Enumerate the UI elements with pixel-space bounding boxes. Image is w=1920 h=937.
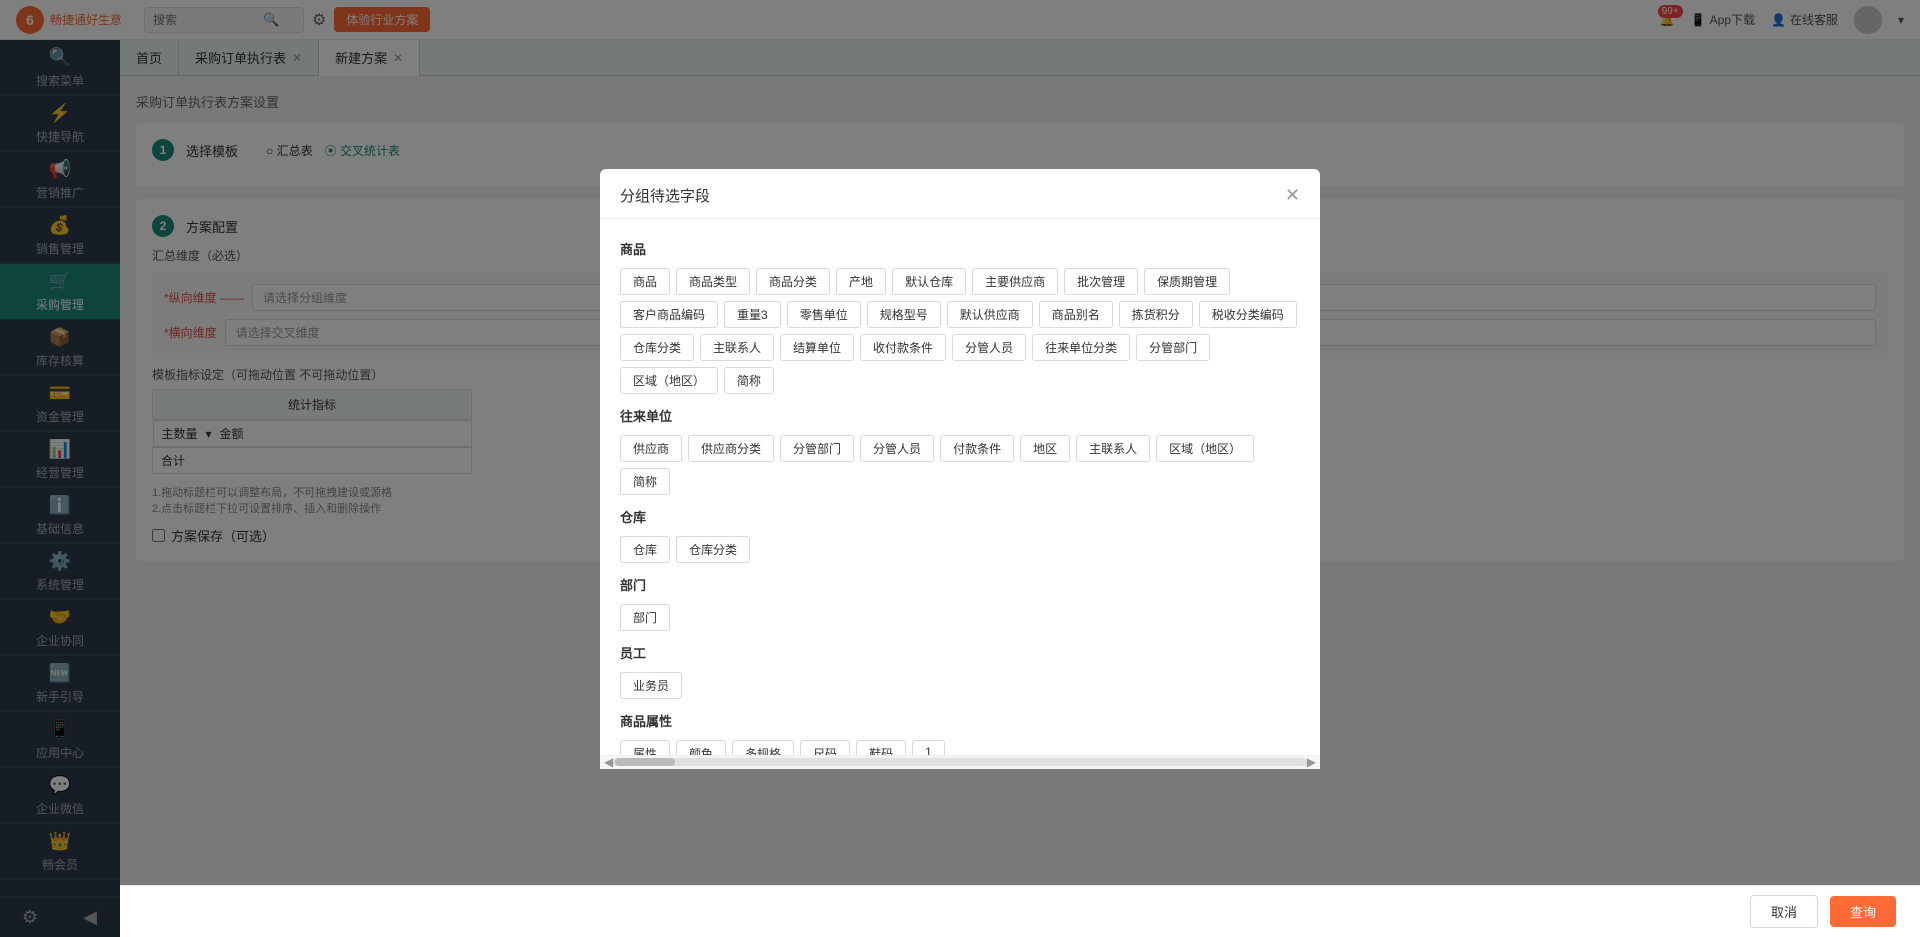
tag-payment-terms[interactable]: 付款条件 — [940, 435, 1014, 462]
tag-num1[interactable]: 1 — [912, 740, 945, 755]
tag-customer-code[interactable]: 客户商品编码 — [620, 301, 718, 328]
tag-abbr[interactable]: 简称 — [724, 367, 774, 394]
tag-manager[interactable]: 分管人员 — [952, 334, 1026, 361]
tag-settlement-unit[interactable]: 结算单位 — [780, 334, 854, 361]
tag-goods-type[interactable]: 商品类型 — [676, 268, 750, 295]
section-title-dept: 部门 — [620, 575, 1300, 594]
tag-main-contact[interactable]: 主联系人 — [700, 334, 774, 361]
tag-region[interactable]: 区域（地区） — [620, 367, 718, 394]
goods-tags: 商品 商品类型 商品分类 产地 默认仓库 主要供应商 批次管理 保质期管理 客户… — [620, 268, 1300, 394]
tag-batch-mgmt[interactable]: 批次管理 — [1064, 268, 1138, 295]
tag-payment-condition[interactable]: 收付款条件 — [860, 334, 946, 361]
tag-tax-code[interactable]: 税收分类编码 — [1199, 301, 1297, 328]
tag-partner-abbr[interactable]: 简称 — [620, 468, 670, 495]
tag-warehouse[interactable]: 仓库 — [620, 536, 670, 563]
warehouse-tags: 仓库 仓库分类 — [620, 536, 1300, 563]
goods-attr-tags: 属性 颜色 多规格 尺码 鞋码 1 — [620, 740, 1300, 755]
tag-goods-alias[interactable]: 商品别名 — [1039, 301, 1113, 328]
tag-quality-mgmt[interactable]: 保质期管理 — [1144, 268, 1230, 295]
section-title-goods: 商品 — [620, 239, 1300, 258]
tag-department[interactable]: 部门 — [620, 604, 670, 631]
tag-retail-unit[interactable]: 零售单位 — [787, 301, 861, 328]
h-scrollbar-thumb — [615, 758, 675, 766]
modal-close-icon[interactable]: ✕ — [1285, 185, 1300, 206]
tag-partner-category[interactable]: 往来单位分类 — [1032, 334, 1130, 361]
modal-title: 分组待选字段 — [620, 185, 710, 206]
tag-color[interactable]: 颜色 — [676, 740, 726, 755]
employee-tags: 业务员 — [620, 672, 1300, 699]
tag-partner-contact[interactable]: 主联系人 — [1076, 435, 1150, 462]
cancel-button[interactable]: 取消 — [1750, 895, 1818, 928]
section-title-warehouse: 仓库 — [620, 507, 1300, 526]
modal-header: 分组待选字段 ✕ — [600, 169, 1320, 219]
modal-h-scrollbar-area: ◀ ▶ — [600, 755, 1320, 769]
tag-partner-region[interactable]: 区域（地区） — [1156, 435, 1254, 462]
tag-goods-category[interactable]: 商品分类 — [756, 268, 830, 295]
modal-overlay: 分组待选字段 ✕ 商品 商品 商品类型 商品分类 产地 默认仓库 主要供应商 批… — [0, 0, 1920, 937]
dept-tags: 部门 — [620, 604, 1300, 631]
section-title-employee: 员工 — [620, 643, 1300, 662]
tag-pick-score[interactable]: 拣货积分 — [1119, 301, 1193, 328]
scroll-right-arrow[interactable]: ▶ — [1307, 755, 1316, 769]
tag-size[interactable]: 尺码 — [800, 740, 850, 755]
tag-multispec[interactable]: 多规格 — [732, 740, 794, 755]
tag-goods[interactable]: 商品 — [620, 268, 670, 295]
partner-tags: 供应商 供应商分类 分管部门 分管人员 付款条件 地区 主联系人 区域（地区） … — [620, 435, 1300, 495]
tag-origin[interactable]: 产地 — [836, 268, 886, 295]
tag-partner-manager[interactable]: 分管人员 — [860, 435, 934, 462]
section-title-partner: 往来单位 — [620, 406, 1300, 425]
tag-supplier[interactable]: 供应商 — [620, 435, 682, 462]
tag-salesperson[interactable]: 业务员 — [620, 672, 682, 699]
h-scrollbar[interactable] — [613, 758, 1307, 766]
modal-body: 商品 商品 商品类型 商品分类 产地 默认仓库 主要供应商 批次管理 保质期管理… — [600, 219, 1320, 755]
tag-warehouse-cat[interactable]: 仓库分类 — [676, 536, 750, 563]
tag-main-supplier[interactable]: 主要供应商 — [972, 268, 1058, 295]
field-select-modal: 分组待选字段 ✕ 商品 商品 商品类型 商品分类 产地 默认仓库 主要供应商 批… — [600, 169, 1320, 769]
tag-area[interactable]: 地区 — [1020, 435, 1070, 462]
section-title-goods-attr: 商品属性 — [620, 711, 1300, 730]
tag-shoe-size[interactable]: 鞋码 — [856, 740, 906, 755]
tag-dept[interactable]: 分管部门 — [1136, 334, 1210, 361]
tag-attr[interactable]: 属性 — [620, 740, 670, 755]
tag-supplier-category[interactable]: 供应商分类 — [688, 435, 774, 462]
tag-warehouse-category[interactable]: 仓库分类 — [620, 334, 694, 361]
scroll-left-arrow[interactable]: ◀ — [604, 755, 613, 769]
confirm-button[interactable]: 查询 — [1830, 896, 1896, 927]
tag-weight3[interactable]: 重量3 — [724, 301, 781, 328]
tag-spec-model[interactable]: 规格型号 — [867, 301, 941, 328]
tag-default-warehouse[interactable]: 默认仓库 — [892, 268, 966, 295]
tag-partner-dept[interactable]: 分管部门 — [780, 435, 854, 462]
page-footer: 取消 查询 — [120, 885, 1920, 937]
tag-default-supplier[interactable]: 默认供应商 — [947, 301, 1033, 328]
